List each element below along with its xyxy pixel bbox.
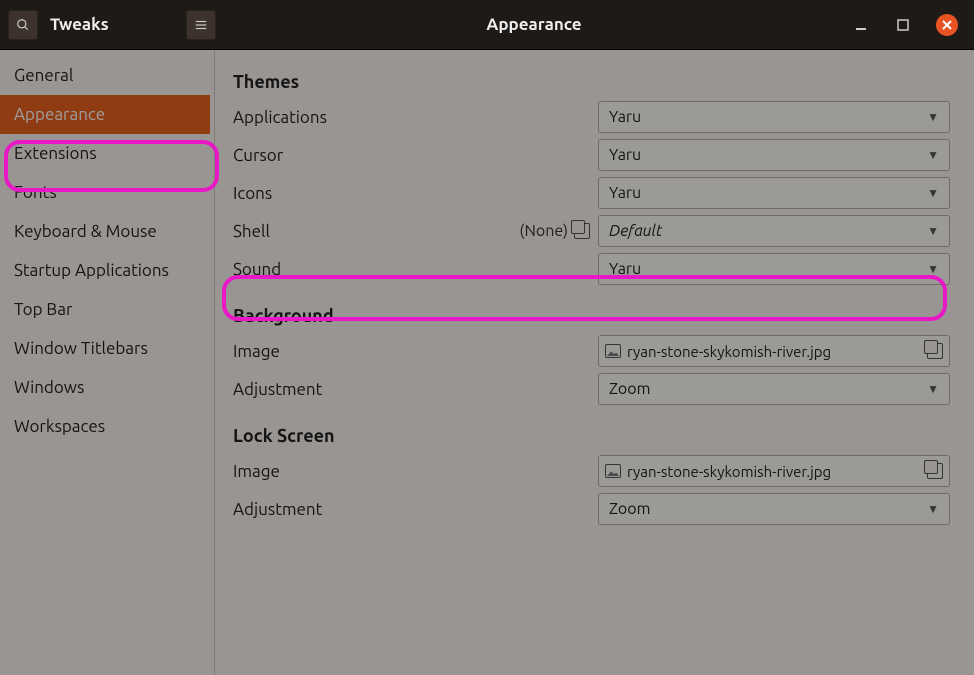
- content-pane: Themes Applications Yaru ▼ Cursor Yaru ▼…: [215, 50, 974, 675]
- row-applications: Applications Yaru ▼: [233, 98, 950, 136]
- close-button[interactable]: [936, 14, 958, 36]
- label-bg-image: Image: [233, 342, 598, 361]
- page-title: Appearance: [486, 15, 581, 34]
- row-bg-image: Image ryan-stone-skykomish-river.jpg: [233, 332, 950, 370]
- app-name: Tweaks: [50, 15, 109, 34]
- label-ls-adjustment: Adjustment: [233, 500, 598, 519]
- chevron-down-icon: ▼: [927, 186, 939, 200]
- sidebar-item-window-titlebars[interactable]: Window Titlebars: [0, 329, 214, 368]
- sidebar: General Appearance Extensions Fonts Keyb…: [0, 50, 215, 675]
- select-applications-value: Yaru: [609, 108, 641, 126]
- window-controls: [852, 14, 966, 36]
- sidebar-item-fonts[interactable]: Fonts: [0, 173, 214, 212]
- label-bg-adjustment: Adjustment: [233, 380, 598, 399]
- chevron-down-icon: ▼: [927, 224, 939, 238]
- sidebar-item-top-bar[interactable]: Top Bar: [0, 290, 214, 329]
- chevron-down-icon: ▼: [927, 382, 939, 396]
- tweaks-window: Tweaks Appearance General Appearance Ext…: [0, 0, 974, 675]
- file-bg-image-value: ryan-stone-skykomish-river.jpg: [627, 343, 831, 360]
- section-themes-title: Themes: [233, 72, 950, 92]
- sidebar-item-startup-applications[interactable]: Startup Applications: [0, 251, 214, 290]
- row-shell: Shell (None) Default ▼: [233, 212, 950, 250]
- select-shell-value: Default: [609, 222, 662, 240]
- select-cursor[interactable]: Yaru ▼: [598, 139, 950, 171]
- row-bg-adjustment: Adjustment Zoom ▼: [233, 370, 950, 408]
- row-ls-image: Image ryan-stone-skykomish-river.jpg: [233, 452, 950, 490]
- body-area: General Appearance Extensions Fonts Keyb…: [0, 50, 974, 675]
- image-icon: [605, 344, 621, 358]
- label-applications: Applications: [233, 108, 598, 127]
- label-cursor: Cursor: [233, 146, 598, 165]
- row-ls-adjustment: Adjustment Zoom ▼: [233, 490, 950, 528]
- sidebar-item-windows[interactable]: Windows: [0, 368, 214, 407]
- row-sound: Sound Yaru ▼: [233, 250, 950, 288]
- select-icons[interactable]: Yaru ▼: [598, 177, 950, 209]
- titlebar-left: Tweaks: [8, 10, 208, 40]
- copy-icon[interactable]: [927, 463, 943, 479]
- image-icon: [605, 464, 621, 478]
- row-cursor: Cursor Yaru ▼: [233, 136, 950, 174]
- hamburger-menu-button[interactable]: [186, 10, 216, 40]
- hamburger-icon: [194, 18, 208, 32]
- shell-extra: (None): [519, 222, 598, 240]
- select-icons-value: Yaru: [609, 184, 641, 202]
- chevron-down-icon: ▼: [927, 502, 939, 516]
- select-bg-adjustment-value: Zoom: [609, 380, 650, 398]
- minimize-button[interactable]: [852, 16, 870, 34]
- copy-icon[interactable]: [574, 223, 590, 239]
- section-background-title: Background: [233, 306, 950, 326]
- label-shell: Shell (None): [233, 222, 598, 241]
- close-icon: [941, 19, 953, 31]
- select-sound-value: Yaru: [609, 260, 641, 278]
- section-lockscreen-title: Lock Screen: [233, 426, 950, 446]
- file-select-bg-image[interactable]: ryan-stone-skykomish-river.jpg: [598, 335, 950, 367]
- select-ls-adjustment-value: Zoom: [609, 500, 650, 518]
- label-shell-text: Shell: [233, 222, 270, 241]
- row-icons: Icons Yaru ▼: [233, 174, 950, 212]
- label-ls-image: Image: [233, 462, 598, 481]
- chevron-down-icon: ▼: [927, 148, 939, 162]
- search-icon: [16, 18, 30, 32]
- sidebar-item-extensions[interactable]: Extensions: [0, 134, 214, 173]
- select-shell[interactable]: Default ▼: [598, 215, 950, 247]
- titlebar: Tweaks Appearance: [0, 0, 974, 50]
- maximize-button[interactable]: [894, 16, 912, 34]
- shell-extra-text: (None): [519, 222, 568, 240]
- chevron-down-icon: ▼: [927, 110, 939, 124]
- file-select-ls-image[interactable]: ryan-stone-skykomish-river.jpg: [598, 455, 950, 487]
- minimize-icon: [854, 18, 868, 32]
- copy-icon[interactable]: [927, 343, 943, 359]
- search-button[interactable]: [8, 10, 38, 40]
- label-icons: Icons: [233, 184, 598, 203]
- chevron-down-icon: ▼: [927, 262, 939, 276]
- sidebar-item-appearance[interactable]: Appearance: [0, 95, 210, 134]
- select-sound[interactable]: Yaru ▼: [598, 253, 950, 285]
- label-sound: Sound: [233, 260, 598, 279]
- maximize-icon: [897, 19, 909, 31]
- titlebar-center: Appearance: [216, 15, 852, 34]
- select-applications[interactable]: Yaru ▼: [598, 101, 950, 133]
- select-cursor-value: Yaru: [609, 146, 641, 164]
- sidebar-item-keyboard-mouse[interactable]: Keyboard & Mouse: [0, 212, 214, 251]
- file-ls-image-value: ryan-stone-skykomish-river.jpg: [627, 463, 831, 480]
- sidebar-item-workspaces[interactable]: Workspaces: [0, 407, 214, 446]
- sidebar-item-general[interactable]: General: [0, 56, 214, 95]
- select-ls-adjustment[interactable]: Zoom ▼: [598, 493, 950, 525]
- select-bg-adjustment[interactable]: Zoom ▼: [598, 373, 950, 405]
